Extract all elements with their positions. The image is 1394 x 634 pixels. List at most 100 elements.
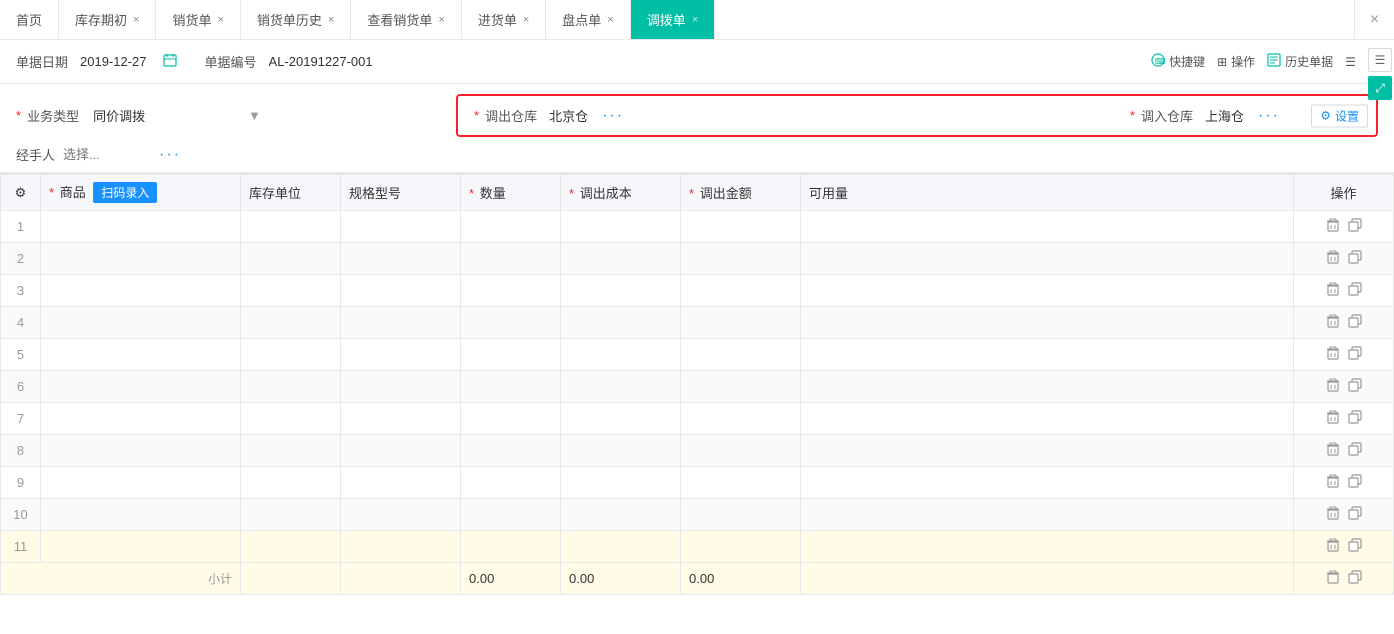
tab-inventory-init-close[interactable]: × (133, 14, 139, 26)
copy-icon-10[interactable] (1348, 506, 1362, 523)
copy-icon-5[interactable] (1348, 346, 1362, 363)
row-product-6[interactable] (41, 371, 241, 403)
delete-icon-5[interactable] (1326, 346, 1340, 363)
shortcut-button[interactable]: ⌨ 快捷键 (1151, 53, 1205, 70)
row-spec-3[interactable] (341, 275, 461, 307)
tab-transfer-close[interactable]: × (692, 14, 698, 26)
tab-inventory-check-close[interactable]: × (607, 14, 613, 26)
subtotal-copy-icon[interactable] (1348, 570, 1362, 587)
copy-icon-1[interactable] (1348, 218, 1362, 235)
tab-purchase-close[interactable]: × (523, 14, 529, 26)
row-quantity-10[interactable] (461, 499, 561, 531)
row-available-8[interactable] (801, 435, 1294, 467)
row-product-1[interactable] (41, 211, 241, 243)
row-spec-7[interactable] (341, 403, 461, 435)
row-unit-6[interactable] (241, 371, 341, 403)
handler-input[interactable] (63, 147, 143, 162)
settings-button[interactable]: ⚙ 设置 (1311, 104, 1368, 127)
transfer-out-more-button[interactable]: ··· (602, 107, 624, 125)
row-spec-1[interactable] (341, 211, 461, 243)
row-spec-5[interactable] (341, 339, 461, 371)
row-available-1[interactable] (801, 211, 1294, 243)
row-quantity-7[interactable] (461, 403, 561, 435)
tab-sales-history-close[interactable]: × (328, 14, 334, 26)
row-spec-11[interactable] (341, 531, 461, 563)
row-unit-3[interactable] (241, 275, 341, 307)
row-cost-5[interactable] (561, 339, 681, 371)
delete-icon-7[interactable] (1326, 410, 1340, 427)
row-quantity-11[interactable] (461, 531, 561, 563)
row-available-3[interactable] (801, 275, 1294, 307)
row-unit-10[interactable] (241, 499, 341, 531)
delete-icon-3[interactable] (1326, 282, 1340, 299)
row-unit-11[interactable] (241, 531, 341, 563)
row-cost-4[interactable] (561, 307, 681, 339)
transfer-in-more-button[interactable]: ··· (1258, 107, 1280, 125)
row-available-7[interactable] (801, 403, 1294, 435)
row-unit-4[interactable] (241, 307, 341, 339)
row-quantity-6[interactable] (461, 371, 561, 403)
delete-icon-2[interactable] (1326, 250, 1340, 267)
row-quantity-3[interactable] (461, 275, 561, 307)
row-quantity-5[interactable] (461, 339, 561, 371)
delete-icon-9[interactable] (1326, 474, 1340, 491)
row-cost-9[interactable] (561, 467, 681, 499)
row-quantity-8[interactable] (461, 435, 561, 467)
row-unit-5[interactable] (241, 339, 341, 371)
delete-icon-4[interactable] (1326, 314, 1340, 331)
row-unit-7[interactable] (241, 403, 341, 435)
row-product-8[interactable] (41, 435, 241, 467)
th-gear[interactable]: ⚙ (1, 175, 41, 211)
row-cost-3[interactable] (561, 275, 681, 307)
row-unit-2[interactable] (241, 243, 341, 275)
row-product-5[interactable] (41, 339, 241, 371)
row-available-6[interactable] (801, 371, 1294, 403)
history-button[interactable]: 历史单据 (1267, 53, 1333, 70)
row-product-11[interactable] (41, 531, 241, 563)
row-spec-6[interactable] (341, 371, 461, 403)
row-quantity-4[interactable] (461, 307, 561, 339)
row-amount-7[interactable] (681, 403, 801, 435)
row-product-4[interactable] (41, 307, 241, 339)
row-quantity-9[interactable] (461, 467, 561, 499)
row-available-11[interactable] (801, 531, 1294, 563)
tab-bar-close-button[interactable]: × (1354, 0, 1394, 39)
row-amount-5[interactable] (681, 339, 801, 371)
row-product-7[interactable] (41, 403, 241, 435)
row-cost-1[interactable] (561, 211, 681, 243)
row-spec-2[interactable] (341, 243, 461, 275)
row-cost-2[interactable] (561, 243, 681, 275)
tab-sales-order-close[interactable]: × (217, 14, 223, 26)
delete-icon-1[interactable] (1326, 218, 1340, 235)
handler-more-button[interactable]: ··· (159, 146, 181, 164)
delete-icon-6[interactable] (1326, 378, 1340, 395)
scan-button[interactable]: 扫码录入 (93, 182, 157, 203)
list-view-button[interactable]: ☰ (1345, 55, 1356, 69)
tab-sales-order[interactable]: 销货单 × (156, 0, 240, 39)
row-cost-8[interactable] (561, 435, 681, 467)
row-product-9[interactable] (41, 467, 241, 499)
copy-icon-7[interactable] (1348, 410, 1362, 427)
row-amount-10[interactable] (681, 499, 801, 531)
row-cost-11[interactable] (561, 531, 681, 563)
copy-icon-11[interactable] (1348, 538, 1362, 555)
operation-button[interactable]: ⊞ 操作 (1217, 53, 1255, 70)
row-spec-9[interactable] (341, 467, 461, 499)
right-panel-expand-button[interactable]: ⤢ (1368, 76, 1392, 100)
row-amount-8[interactable] (681, 435, 801, 467)
row-quantity-2[interactable] (461, 243, 561, 275)
row-spec-4[interactable] (341, 307, 461, 339)
calendar-icon[interactable] (163, 53, 177, 70)
row-cost-10[interactable] (561, 499, 681, 531)
row-amount-4[interactable] (681, 307, 801, 339)
tab-view-sales[interactable]: 查看销货单 × (351, 0, 461, 39)
row-unit-1[interactable] (241, 211, 341, 243)
delete-icon-11[interactable] (1326, 538, 1340, 555)
tab-inventory-check[interactable]: 盘点单 × (546, 0, 630, 39)
copy-icon-4[interactable] (1348, 314, 1362, 331)
business-type-dropdown-icon[interactable]: ▼ (248, 108, 261, 123)
row-amount-9[interactable] (681, 467, 801, 499)
delete-icon-8[interactable] (1326, 442, 1340, 459)
row-amount-11[interactable] (681, 531, 801, 563)
row-unit-8[interactable] (241, 435, 341, 467)
